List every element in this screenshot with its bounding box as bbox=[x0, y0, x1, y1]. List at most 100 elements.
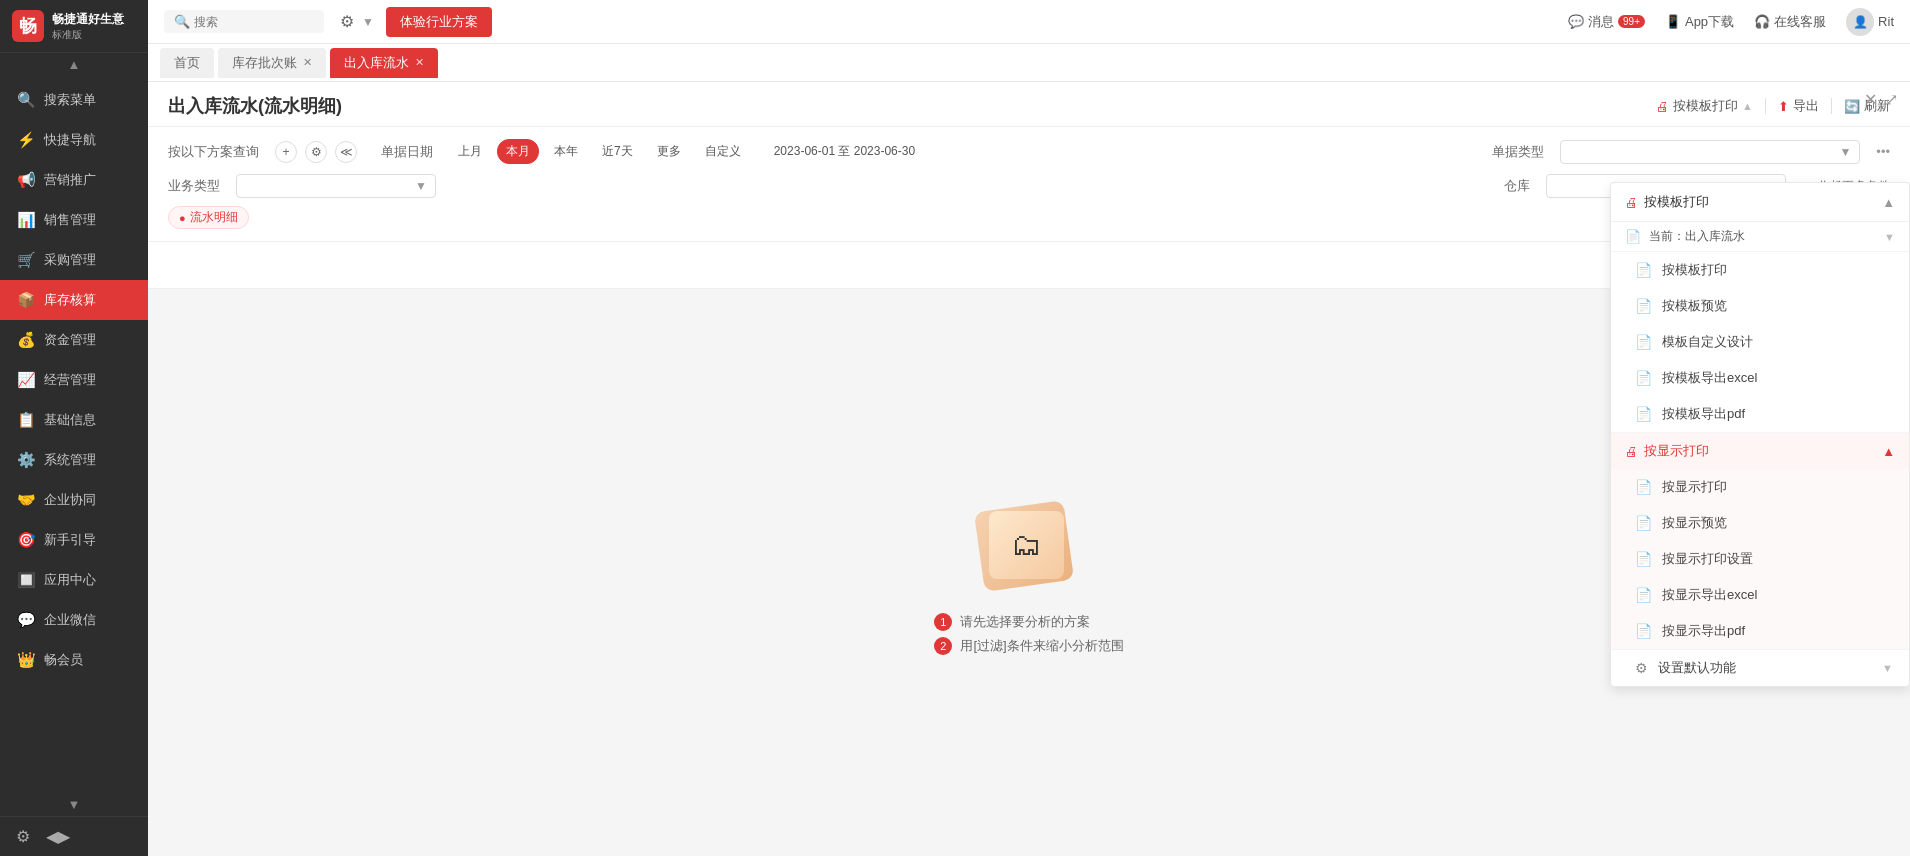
filter-collapse-button[interactable]: ≪ bbox=[335, 141, 357, 163]
print-template-button[interactable]: 🖨 按模板打印 ▲ bbox=[1656, 97, 1753, 115]
page-top-right: ✕ ⤢ bbox=[1864, 90, 1898, 109]
settings-icon[interactable]: ⚙ bbox=[16, 827, 30, 846]
main-area: 🔍 ⚙ ▼ 体验行业方案 💬 消息 99+ 📱 App下载 🎧 在线客服 bbox=[148, 0, 1910, 856]
app-download-button[interactable]: 📱 App下载 bbox=[1665, 13, 1734, 31]
sidebar-item-finance[interactable]: 💰资金管理 bbox=[0, 320, 148, 360]
item-icon-custom-design: 📄 bbox=[1635, 334, 1652, 350]
sidebar-label-inventory: 库存核算 bbox=[44, 291, 96, 309]
tab-batch-account[interactable]: 库存批次账 ✕ bbox=[218, 48, 326, 78]
header-right: 💬 消息 99+ 📱 App下载 🎧 在线客服 👤 Rit bbox=[1568, 8, 1894, 36]
user-menu[interactable]: 👤 Rit bbox=[1846, 8, 1894, 36]
sidebar-icon-apps: 🔲 bbox=[16, 570, 36, 590]
online-service-button[interactable]: 🎧 在线客服 bbox=[1754, 13, 1826, 31]
filter-toolbar: + ⚙ ≪ bbox=[275, 141, 357, 163]
close-page-button[interactable]: ✕ bbox=[1864, 90, 1877, 109]
hint-1: 1 请先选择要分析的方案 bbox=[934, 613, 1123, 631]
date-btn-近7天[interactable]: 近7天 bbox=[593, 139, 642, 164]
sidebar-scroll-up[interactable]: ▲ bbox=[0, 53, 148, 76]
sidebar-icon-marketing: 📢 bbox=[16, 170, 36, 190]
sidebar-label-marketing: 营销推广 bbox=[44, 171, 96, 189]
sidebar-item-sales[interactable]: 📊销售管理 bbox=[0, 200, 148, 240]
date-btn-本月[interactable]: 本月 bbox=[497, 139, 539, 164]
export-icon: ⬆ bbox=[1778, 99, 1789, 114]
type-select[interactable]: ▼ bbox=[1560, 140, 1860, 164]
print-icon: 🖨 bbox=[1656, 99, 1669, 114]
tabs-bar: 首页库存批次账✕出入库流水✕ bbox=[148, 44, 1910, 82]
sidebar-item-collab[interactable]: 🤝企业协同 bbox=[0, 480, 148, 520]
sidebar-item-quick-nav[interactable]: ⚡快捷导航 bbox=[0, 120, 148, 160]
sidebar-item-wechat[interactable]: 💬企业微信 bbox=[0, 600, 148, 640]
message-button[interactable]: 💬 消息 99+ bbox=[1568, 13, 1645, 31]
search-input[interactable] bbox=[194, 15, 304, 29]
close-tab-flow[interactable]: ✕ bbox=[415, 56, 424, 69]
message-icon: 💬 bbox=[1568, 14, 1584, 29]
date-btn-本年[interactable]: 本年 bbox=[545, 139, 587, 164]
ellipsis-icon: ••• bbox=[1876, 144, 1890, 159]
dropdown-item-print-template[interactable]: 📄按模板打印 bbox=[1611, 252, 1909, 288]
date-btn-自定义[interactable]: 自定义 bbox=[696, 139, 750, 164]
display-collapse-icon: ▲ bbox=[1882, 444, 1895, 459]
sidebar-item-marketing[interactable]: 📢 营销推广 bbox=[0, 160, 148, 200]
dropdown-display-item-print-display[interactable]: 📄按显示打印 bbox=[1611, 469, 1909, 505]
dropdown-collapse-icon[interactable]: ▲ bbox=[1882, 195, 1895, 210]
export-button[interactable]: ⬆ 导出 bbox=[1778, 97, 1819, 115]
filter-tag[interactable]: ● 流水明细 bbox=[168, 206, 249, 229]
sidebar-item-operation[interactable]: 📈经营管理 bbox=[0, 360, 148, 400]
sidebar-label-basic: 基础信息 bbox=[44, 411, 96, 429]
date-btn-上月[interactable]: 上月 bbox=[449, 139, 491, 164]
tab-home[interactable]: 首页 bbox=[160, 48, 214, 78]
dropdown-display-item-export-pdf-display[interactable]: 📄按显示导出pdf bbox=[1611, 613, 1909, 649]
dropdown-display-item-print-settings[interactable]: 📄按显示打印设置 bbox=[1611, 541, 1909, 577]
more-options-button[interactable]: ••• bbox=[1876, 144, 1890, 159]
sidebar-item-inventory[interactable]: 📦库存核算 bbox=[0, 280, 148, 320]
display-section-icon: 🖨 bbox=[1625, 444, 1638, 459]
gear-icon[interactable]: ⚙ bbox=[340, 12, 354, 31]
filter-label: 按以下方案查询 bbox=[168, 143, 259, 161]
filter-settings-button[interactable]: ⚙ bbox=[305, 141, 327, 163]
dropdown-display-item-preview-display[interactable]: 📄按显示预览 bbox=[1611, 505, 1909, 541]
item-icon-export-pdf-template: 📄 bbox=[1635, 406, 1652, 422]
dropdown-item-custom-design[interactable]: 📄模板自定义设计 bbox=[1611, 324, 1909, 360]
sidebar-item-guide[interactable]: 🎯新手引导 bbox=[0, 520, 148, 560]
dropdown-item-export-excel-template[interactable]: 📄按模板导出excel bbox=[1611, 360, 1909, 396]
tab-flow[interactable]: 出入库流水✕ bbox=[330, 48, 438, 78]
sidebar-scroll-down[interactable]: ▼ bbox=[0, 793, 148, 816]
page-header: 出入库流水(流水明细) 🖨 按模板打印 ▲ ⬆ 导出 🔄 刷新 bbox=[148, 82, 1910, 127]
filter-tag-label: 流水明细 bbox=[190, 209, 238, 226]
sidebar-label-guide: 新手引导 bbox=[44, 531, 96, 549]
template-section: 📄按模板打印📄按模板预览📄模板自定义设计📄按模板导出excel📄按模板导出pdf bbox=[1611, 252, 1909, 433]
dropdown-item-preview-template[interactable]: 📄按模板预览 bbox=[1611, 288, 1909, 324]
collapse-sidebar-icon[interactable]: ◀▶ bbox=[46, 827, 70, 846]
display-section-header[interactable]: 🖨 按显示打印 ▲ bbox=[1611, 433, 1909, 469]
tag-icon: ● bbox=[179, 212, 186, 224]
sidebar-item-basic[interactable]: 📋基础信息 bbox=[0, 400, 148, 440]
sidebar-item-search[interactable]: 🔍搜索菜单 bbox=[0, 80, 148, 120]
business-type-select[interactable]: ▼ bbox=[236, 174, 436, 198]
sidebar-item-member[interactable]: 👑畅会员 bbox=[0, 640, 148, 680]
divider2 bbox=[1831, 98, 1832, 114]
dropdown-item-export-pdf-template[interactable]: 📄按模板导出pdf bbox=[1611, 396, 1909, 432]
tab-label-batch-account: 库存批次账 bbox=[232, 54, 297, 72]
sidebar-item-purchase[interactable]: 🛒采购管理 bbox=[0, 240, 148, 280]
close-tab-batch-account[interactable]: ✕ bbox=[303, 56, 312, 69]
set-default-button[interactable]: ⚙ 设置默认功能 ▼ bbox=[1611, 650, 1909, 686]
dropdown-arrow-icon[interactable]: ▼ bbox=[362, 15, 374, 29]
sidebar-icon-finance: 💰 bbox=[16, 330, 36, 350]
sidebar-item-apps[interactable]: 🔲应用中心 bbox=[0, 560, 148, 600]
headset-icon: 🎧 bbox=[1754, 14, 1770, 29]
type-field-label: 单据类型 bbox=[1492, 143, 1544, 161]
header-search-box[interactable]: 🔍 bbox=[164, 10, 324, 33]
dropdown-display-item-export-excel-display[interactable]: 📄按显示导出excel bbox=[1611, 577, 1909, 613]
sidebar-item-system[interactable]: ⚙️系统管理 bbox=[0, 440, 148, 480]
add-filter-button[interactable]: + bbox=[275, 141, 297, 163]
item-icon-print-template: 📄 bbox=[1635, 262, 1652, 278]
date-btn-更多[interactable]: 更多 bbox=[648, 139, 690, 164]
expand-page-button[interactable]: ⤢ bbox=[1885, 90, 1898, 109]
industry-button[interactable]: 体验行业方案 bbox=[386, 7, 492, 37]
current-template-label: 当前：出入库流水 bbox=[1649, 228, 1745, 245]
page-content: 出入库流水(流水明细) 🖨 按模板打印 ▲ ⬆ 导出 🔄 刷新 bbox=[148, 82, 1910, 856]
logo-text: 畅捷通好生意 标准版 bbox=[52, 11, 124, 42]
sidebar-label-quick-nav: 快捷导航 bbox=[44, 131, 96, 149]
header: 🔍 ⚙ ▼ 体验行业方案 💬 消息 99+ 📱 App下载 🎧 在线客服 bbox=[148, 0, 1910, 44]
current-template-arrow: ▼ bbox=[1884, 231, 1895, 243]
